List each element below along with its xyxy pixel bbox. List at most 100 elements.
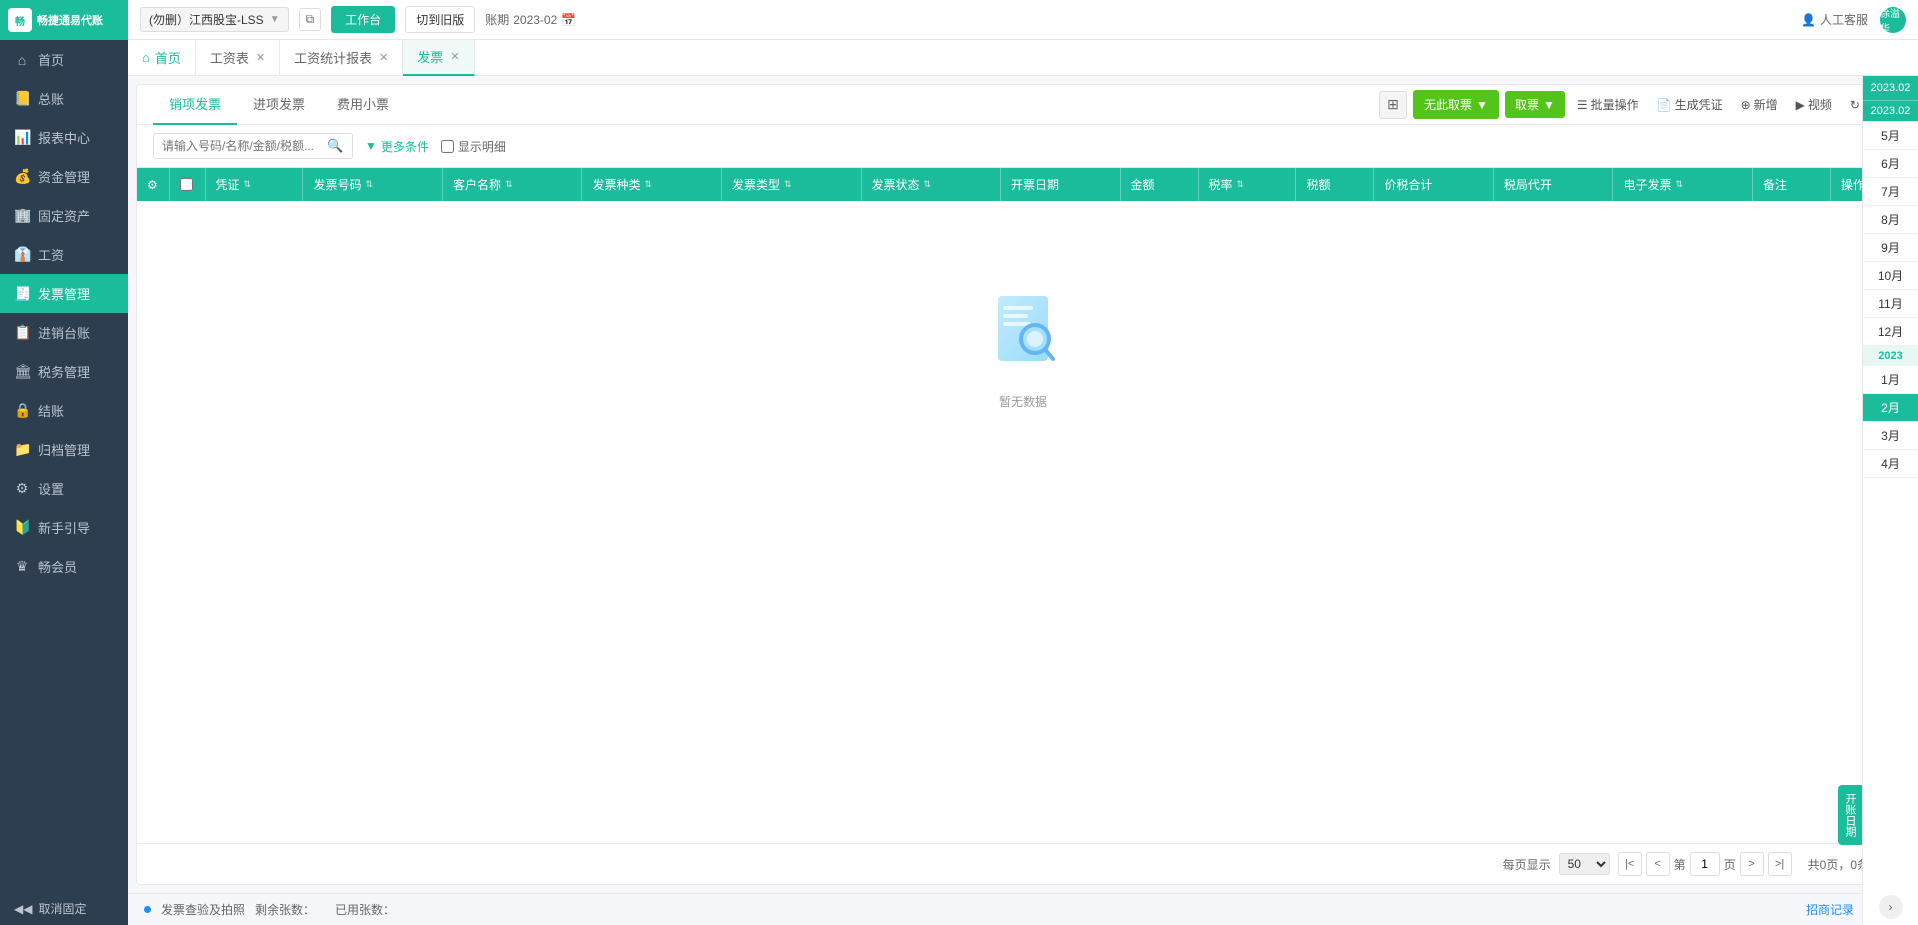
page-suffix: 页	[1724, 856, 1736, 873]
grid-settings-btn[interactable]: ⊞	[1379, 91, 1407, 119]
show-detail-label[interactable]: 显示明细	[441, 138, 506, 155]
tab-salary-stats[interactable]: 工资统计报表 ✕	[280, 40, 403, 76]
th-settings: ⚙	[137, 168, 169, 201]
topbar: (勿删）江西股宝-LSS ▼ ⧉ 工作台 切到旧版 账期 2023-02 📅 👤…	[128, 0, 1918, 40]
sidebar-item-guide-label: 新手引导	[38, 518, 90, 537]
sidebar-item-reports-label: 报表中心	[38, 128, 90, 147]
batch-ops-btn[interactable]: ☰ 批量操作	[1571, 92, 1645, 117]
copy-button[interactable]: ⧉	[299, 8, 322, 31]
page-size-select[interactable]: 50 100 200	[1559, 853, 1610, 875]
sidebar-item-tax[interactable]: 🏛 税务管理	[0, 352, 128, 391]
show-detail-checkbox[interactable]	[441, 140, 454, 153]
sidebar-item-assets[interactable]: 🏢 固定资产	[0, 196, 128, 235]
page-content: 销项发票 进项发票 费用小票 ⊞ 无此取票 ▼	[136, 84, 1910, 885]
select-all-checkbox[interactable]	[180, 178, 193, 191]
sidebar-item-home[interactable]: ⌂ 首页	[0, 40, 128, 79]
date-item-9月[interactable]: 9月	[1863, 234, 1918, 262]
invoice-table: ⚙ 凭证⇅ 发票号码⇅ 客户名	[137, 168, 1909, 201]
tab-salary-stats-close[interactable]: ✕	[379, 51, 388, 64]
date-item-11月[interactable]: 11月	[1863, 290, 1918, 318]
gen-voucher-btn[interactable]: 📄 生成凭证	[1651, 92, 1729, 117]
company-selector[interactable]: (勿删）江西股宝-LSS ▼	[140, 7, 289, 32]
sidebar-item-sales[interactable]: 📋 进销台账	[0, 313, 128, 352]
date-item-2月[interactable]: 2月	[1863, 394, 1918, 422]
ai-service[interactable]: 👤 人工客服	[1801, 11, 1868, 28]
date-items-before: 5月6月7月8月9月10月11月12月	[1863, 122, 1918, 346]
tab-home-label: 首页	[155, 48, 181, 67]
sidebar-item-guide[interactable]: 🔰 新手引导	[0, 508, 128, 547]
prev-page-btn[interactable]: <	[1646, 852, 1670, 876]
sidebar-item-assets-label: 固定资产	[38, 206, 90, 225]
recruit-link[interactable]: 招商记录	[1806, 901, 1854, 918]
sidebar-item-reports[interactable]: 📊 报表中心	[0, 118, 128, 157]
sidebar-item-archive[interactable]: 📁 归档管理	[0, 430, 128, 469]
sidebar-item-payroll[interactable]: 👔 工资	[0, 235, 128, 274]
date-item-5月[interactable]: 5月	[1863, 122, 1918, 150]
check-label: 发票查验及拍照	[161, 901, 245, 918]
subtab-sales[interactable]: 销项发票	[153, 85, 237, 125]
tab-salary-table-close[interactable]: ✕	[256, 51, 265, 64]
search-input[interactable]	[162, 139, 322, 153]
home-icon: ⌂	[14, 52, 30, 68]
date-item-6月[interactable]: 6月	[1863, 150, 1918, 178]
th-e-invoice: 电子发票⇅	[1613, 168, 1753, 201]
search-box[interactable]: 🔍	[153, 133, 353, 159]
date-items-after: 1月2月3月4月	[1863, 366, 1918, 478]
user-info[interactable]: 徐溢华	[1880, 7, 1906, 33]
video-btn[interactable]: ▶ 视频	[1790, 92, 1838, 117]
next-page-btn[interactable]: >	[1740, 852, 1764, 876]
open-period-header1[interactable]: 2023.02	[1863, 76, 1918, 101]
date-panel-toggle-btn[interactable]: ›	[1879, 895, 1903, 919]
sidebar-item-member[interactable]: ♛ 畅会员	[0, 547, 128, 586]
sidebar-item-sales-label: 进销台账	[38, 323, 90, 342]
date-item-12月[interactable]: 12月	[1863, 318, 1918, 346]
sidebar-item-invoice[interactable]: 🧾 发票管理	[0, 274, 128, 313]
show-detail-text: 显示明细	[458, 138, 506, 155]
th-voucher: 凭证⇅	[205, 168, 303, 201]
sidebar-item-settings[interactable]: ⚙ 设置	[0, 469, 128, 508]
open-period-header2[interactable]: 2023.02	[1863, 101, 1918, 122]
open-period-side-btn[interactable]: 开账日期	[1838, 785, 1862, 845]
new-invoice-btn[interactable]: ⊕ 新增	[1735, 92, 1784, 117]
sidebar-item-home-label: 首页	[38, 50, 64, 69]
no-invoice-btn[interactable]: 无此取票 ▼	[1413, 90, 1499, 119]
get-invoice-btn[interactable]: 取票 ▼	[1505, 91, 1565, 118]
date-item-4月[interactable]: 4月	[1863, 450, 1918, 478]
content-area: 销项发票 进项发票 费用小票 ⊞ 无此取票 ▼	[128, 76, 1918, 925]
sidebar-item-close[interactable]: 🔒 结账	[0, 391, 128, 430]
page-input[interactable]	[1690, 852, 1720, 876]
company-dropdown-icon: ▼	[270, 14, 280, 25]
tab-invoice[interactable]: 发票 ✕	[403, 40, 474, 76]
company-name: (勿删）江西股宝-LSS	[149, 11, 264, 28]
app-logo: 畅 畅捷通易代账	[0, 0, 128, 40]
workbench-button[interactable]: 工作台	[331, 6, 395, 33]
date-item-7月[interactable]: 7月	[1863, 178, 1918, 206]
sidebar: 畅 畅捷通易代账 ⌂ 首页 📒 总账 📊 报表中心 💰 资金管理 🏢 固定资产 …	[0, 0, 128, 925]
date-item-3月[interactable]: 3月	[1863, 422, 1918, 450]
date-item-1月[interactable]: 1月	[1863, 366, 1918, 394]
switch-version-button[interactable]: 切到旧版	[405, 6, 475, 33]
sidebar-item-ledger[interactable]: 📒 总账	[0, 79, 128, 118]
subtab-purchase[interactable]: 进项发票	[237, 85, 321, 125]
tab-invoice-close[interactable]: ✕	[450, 50, 459, 63]
date-item-10月[interactable]: 10月	[1863, 262, 1918, 290]
sidebar-pin-btn[interactable]: ◀◀ 取消固定	[0, 892, 128, 925]
more-conditions-label: 更多条件	[381, 138, 429, 155]
settings-icon: ⚙	[14, 480, 30, 497]
more-conditions-btn[interactable]: ▼ 更多条件	[365, 138, 429, 155]
invoice-type-sort-icon: ⇅	[645, 179, 653, 190]
subtab-expense[interactable]: 费用小票	[321, 85, 405, 125]
date-item-8月[interactable]: 8月	[1863, 206, 1918, 234]
tab-home[interactable]: ⌂ 首页	[128, 40, 196, 76]
first-page-btn[interactable]: |<	[1618, 852, 1642, 876]
tab-salary-table[interactable]: 工资表 ✕	[196, 40, 280, 76]
th-tax-id: 税局代开	[1493, 168, 1613, 201]
last-page-btn[interactable]: >|	[1768, 852, 1792, 876]
subtab-expense-label: 费用小票	[337, 94, 389, 113]
th-invoice-status: 发票状态⇅	[861, 168, 1001, 201]
sidebar-item-funds[interactable]: 💰 资金管理	[0, 157, 128, 196]
sidebar-item-archive-label: 归档管理	[38, 440, 90, 459]
tab-salary-table-label: 工资表	[210, 48, 249, 67]
new-label: 新增	[1754, 96, 1778, 113]
page-size-dropdown[interactable]: 50 100 200	[1559, 853, 1610, 875]
